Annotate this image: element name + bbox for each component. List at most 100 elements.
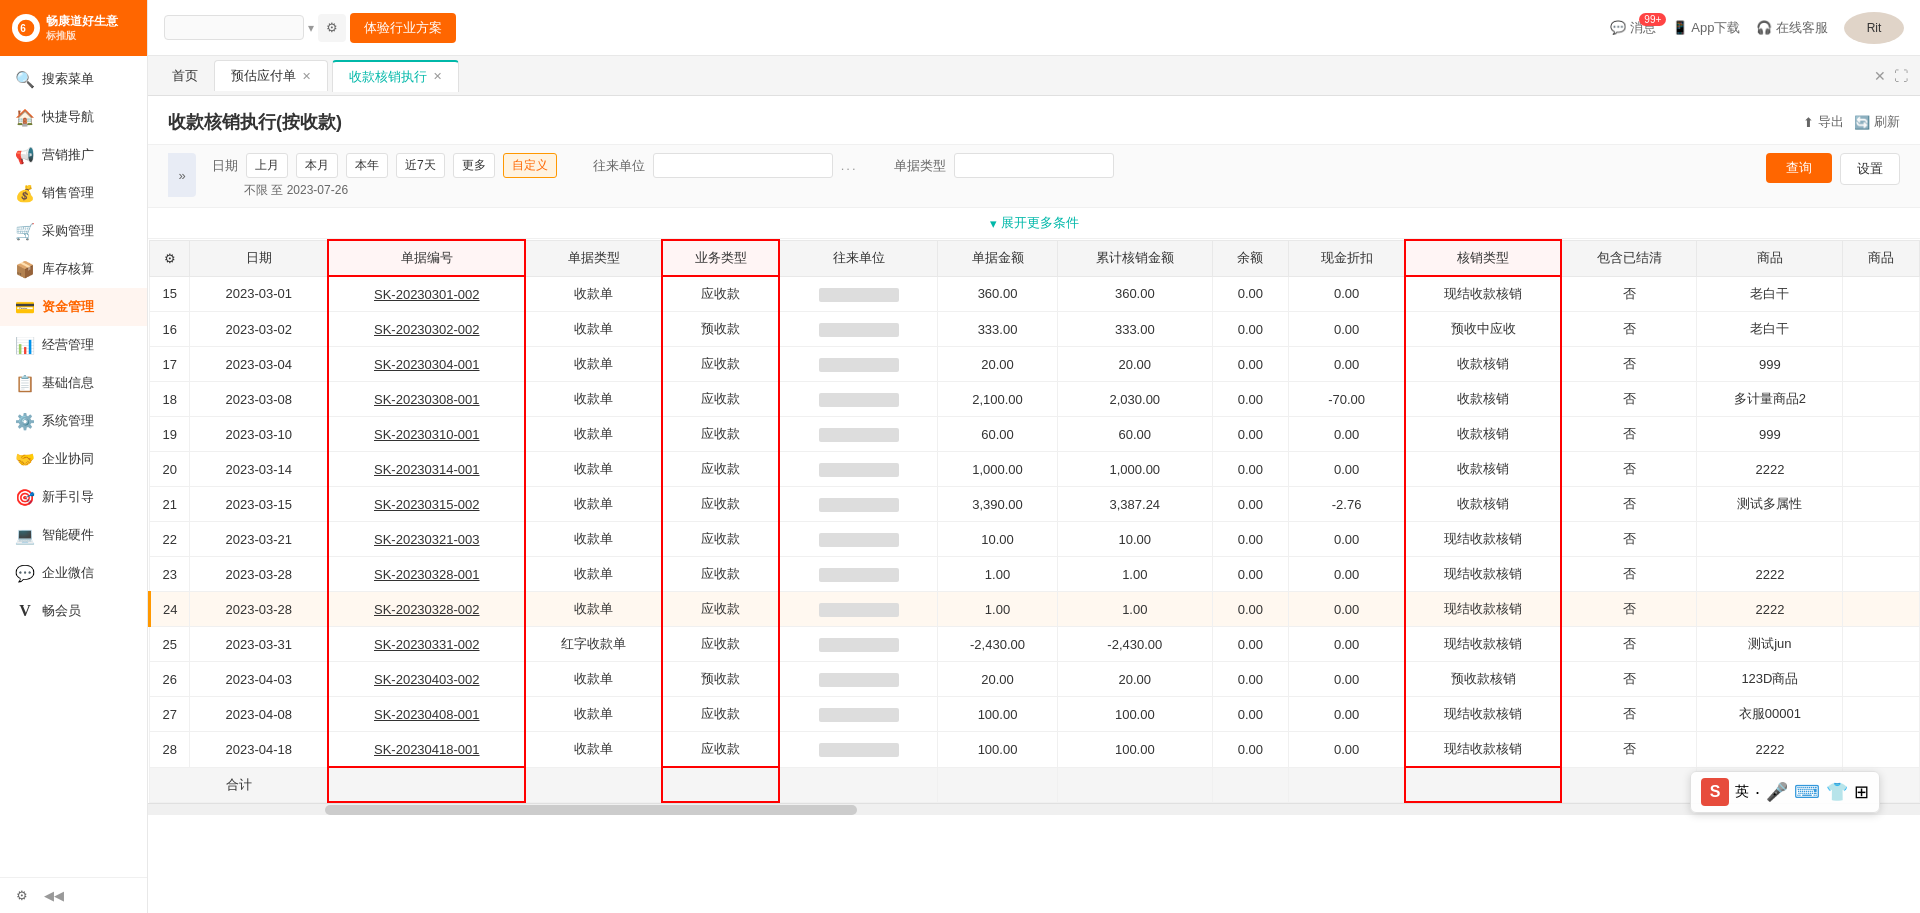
service-link[interactable]: 🎧 在线客服 bbox=[1756, 19, 1828, 37]
cell-amount: 10.00 bbox=[938, 522, 1058, 557]
solution-button[interactable]: 体验行业方案 bbox=[350, 13, 456, 43]
cell-offset-type: 现结收款核销 bbox=[1405, 592, 1561, 627]
tab-home[interactable]: 首页 bbox=[156, 61, 214, 91]
cell-doc-no[interactable]: SK-20230408-001 bbox=[328, 697, 525, 732]
close-all-icon[interactable]: ✕ bbox=[1874, 68, 1886, 84]
date-btn-this-month[interactable]: 本月 bbox=[296, 153, 338, 178]
cell-no: 15 bbox=[150, 276, 190, 312]
expand-more-btn[interactable]: ▾ 展开更多条件 bbox=[148, 208, 1920, 239]
col-header-offset-type: 核销类型 bbox=[1405, 240, 1561, 276]
export-button[interactable]: ⬆ 导出 bbox=[1803, 113, 1844, 131]
tab-close-icon[interactable]: ✕ bbox=[302, 70, 311, 83]
tab-close-icon[interactable]: ✕ bbox=[433, 70, 442, 83]
cell-bill-type: 收款单 bbox=[525, 592, 662, 627]
sidebar-item-search[interactable]: 🔍 搜索菜单 bbox=[0, 60, 147, 98]
date-btn-7days[interactable]: 近7天 bbox=[396, 153, 445, 178]
sidebar-item-enterprise[interactable]: 🤝 企业协同 bbox=[0, 440, 147, 478]
app-download-link[interactable]: 📱 App下载 bbox=[1672, 19, 1740, 37]
bill-type-filter: 单据类型 bbox=[894, 153, 1114, 178]
sidebar-item-inventory[interactable]: 📦 库存核算 bbox=[0, 250, 147, 288]
cell-doc-no[interactable]: SK-20230302-002 bbox=[328, 312, 525, 347]
cell-doc-no[interactable]: SK-20230301-002 bbox=[328, 276, 525, 312]
maximize-icon[interactable]: ⛶ bbox=[1894, 68, 1908, 84]
cell-date: 2023-03-04 bbox=[190, 347, 328, 382]
sidebar-item-hardware[interactable]: 💻 智能硬件 bbox=[0, 516, 147, 554]
date-btn-this-year[interactable]: 本年 bbox=[346, 153, 388, 178]
table-footer-row: 合计 bbox=[150, 767, 1920, 802]
cell-doc-no[interactable]: SK-20230321-003 bbox=[328, 522, 525, 557]
horizontal-scrollbar[interactable] bbox=[148, 803, 1920, 815]
cell-doc-no[interactable]: SK-20230403-002 bbox=[328, 662, 525, 697]
shirt-icon[interactable]: 👕 bbox=[1826, 781, 1848, 803]
cell-offset-type: 收款核销 bbox=[1405, 452, 1561, 487]
scrollbar-thumb[interactable] bbox=[325, 805, 857, 815]
sidebar-item-label: 搜索菜单 bbox=[42, 70, 94, 88]
cell-settled: 否 bbox=[1561, 382, 1697, 417]
cell-doc-no[interactable]: SK-20230308-001 bbox=[328, 382, 525, 417]
cell-doc-no[interactable]: SK-20230328-002 bbox=[328, 592, 525, 627]
setting-button[interactable]: 设置 bbox=[1840, 153, 1900, 185]
partner-filter: 往来单位 ... bbox=[593, 153, 858, 178]
sidebar-item-wechat[interactable]: 💬 企业微信 bbox=[0, 554, 147, 592]
col-header-doc-no: 单据编号 bbox=[328, 240, 525, 276]
cell-product2 bbox=[1843, 487, 1920, 522]
cell-doc-no[interactable]: SK-20230304-001 bbox=[328, 347, 525, 382]
mic-icon[interactable]: 🎤 bbox=[1766, 781, 1788, 803]
sidebar-item-guide[interactable]: 🎯 新手引导 bbox=[0, 478, 147, 516]
main-area: ▾ ⚙ 体验行业方案 💬 消息 99+ 📱 App下载 🎧 在线客服 Rit bbox=[148, 0, 1920, 913]
floating-toolbar: S 英 · 🎤 ⌨ 👕 ⊞ bbox=[1690, 771, 1880, 813]
sidebar-item-sales[interactable]: 💰 销售管理 bbox=[0, 174, 147, 212]
cell-product2 bbox=[1843, 592, 1920, 627]
sidebar-item-operations[interactable]: 📊 经营管理 bbox=[0, 326, 147, 364]
table-row: 172023-03-04SK-20230304-001收款单应收款20.0020… bbox=[150, 347, 1920, 382]
collapse-icon[interactable]: ◀◀ bbox=[44, 888, 64, 903]
cell-product: 老白干 bbox=[1697, 276, 1843, 312]
keyboard-icon[interactable]: ⌨ bbox=[1794, 781, 1820, 803]
cell-bill-type: 收款单 bbox=[525, 382, 662, 417]
cell-biz-type: 应收款 bbox=[662, 522, 779, 557]
sidebar-item-member[interactable]: V 畅会员 bbox=[0, 592, 147, 630]
sidebar-item-quicknav[interactable]: 🏠 快捷导航 bbox=[0, 98, 147, 136]
cell-date: 2023-03-31 bbox=[190, 627, 328, 662]
cell-cash-discount: 0.00 bbox=[1289, 627, 1405, 662]
search-input[interactable] bbox=[164, 15, 304, 40]
cell-cash-discount: 0.00 bbox=[1289, 312, 1405, 347]
footer-settled bbox=[1561, 767, 1697, 802]
partner-input[interactable] bbox=[653, 153, 833, 178]
bill-type-select[interactable] bbox=[954, 153, 1114, 178]
cell-partner bbox=[779, 452, 937, 487]
sidebar-item-basicinfo[interactable]: 📋 基础信息 bbox=[0, 364, 147, 402]
sidebar-item-finance[interactable]: 💳 资金管理 bbox=[0, 288, 147, 326]
col-header-settings[interactable]: ⚙ bbox=[150, 240, 190, 276]
table-row: 202023-03-14SK-20230314-001收款单应收款1,000.0… bbox=[150, 452, 1920, 487]
sidebar-item-purchase[interactable]: 🛒 采购管理 bbox=[0, 212, 147, 250]
refresh-button[interactable]: 🔄 刷新 bbox=[1854, 113, 1900, 131]
gear-button[interactable]: ⚙ bbox=[318, 14, 346, 42]
date-btn-custom[interactable]: 自定义 bbox=[503, 153, 557, 178]
cell-date: 2023-03-08 bbox=[190, 382, 328, 417]
avatar[interactable]: Rit bbox=[1844, 12, 1904, 44]
date-range-display: 不限 至 2023-07-26 bbox=[212, 182, 557, 199]
grid-icon[interactable]: ⊞ bbox=[1854, 781, 1869, 803]
data-table: ⚙ 日期 单据编号 单据类型 业务类型 往来单位 单据金额 累计核销金额 余额 … bbox=[148, 239, 1920, 803]
cell-settled: 否 bbox=[1561, 522, 1697, 557]
sidebar-item-system[interactable]: ⚙️ 系统管理 bbox=[0, 402, 147, 440]
query-button[interactable]: 查询 bbox=[1766, 153, 1832, 183]
cell-doc-no[interactable]: SK-20230315-002 bbox=[328, 487, 525, 522]
english-icon[interactable]: 英 bbox=[1735, 783, 1749, 801]
message-button[interactable]: 💬 消息 99+ bbox=[1610, 19, 1656, 37]
tab-collection[interactable]: 收款核销执行 ✕ bbox=[332, 60, 459, 92]
tab-prepay[interactable]: 预估应付单 ✕ bbox=[214, 60, 328, 91]
filter-toggle-button[interactable]: » bbox=[168, 153, 196, 197]
cell-doc-no[interactable]: SK-20230314-001 bbox=[328, 452, 525, 487]
settings-icon[interactable]: ⚙ bbox=[16, 888, 28, 903]
cell-doc-no[interactable]: SK-20230418-001 bbox=[328, 732, 525, 768]
sidebar-item-marketing[interactable]: 📢 营销推广 bbox=[0, 136, 147, 174]
cell-doc-no[interactable]: SK-20230331-002 bbox=[328, 627, 525, 662]
cell-doc-no[interactable]: SK-20230310-001 bbox=[328, 417, 525, 452]
cell-biz-type: 应收款 bbox=[662, 452, 779, 487]
date-btn-more[interactable]: 更多 bbox=[453, 153, 495, 178]
date-btn-last-month[interactable]: 上月 bbox=[246, 153, 288, 178]
footer-total-label: 合计 bbox=[150, 767, 329, 802]
cell-doc-no[interactable]: SK-20230328-001 bbox=[328, 557, 525, 592]
